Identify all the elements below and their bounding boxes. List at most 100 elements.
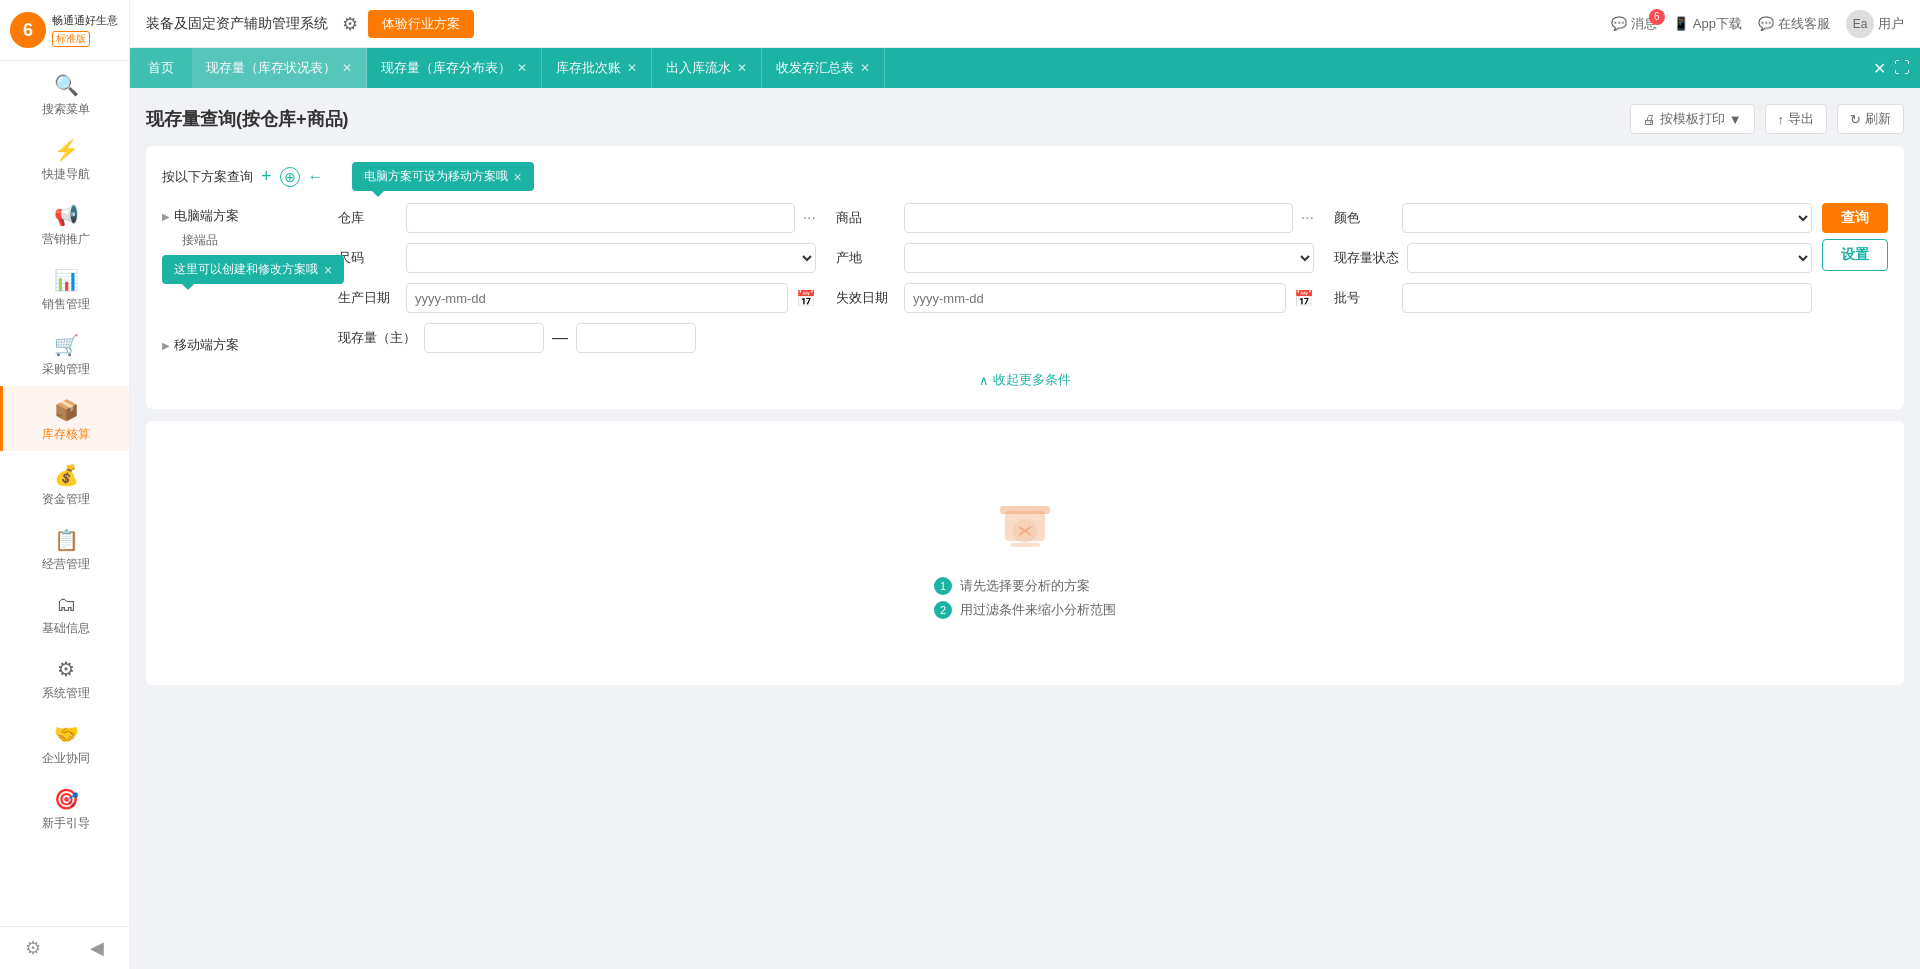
stock-range-dash: — [552, 329, 568, 347]
color-label: 颜色 [1334, 209, 1394, 227]
sidebar-item-marketing[interactable]: 📢 营销推广 [0, 191, 129, 256]
goods-dots[interactable]: ··· [1301, 209, 1314, 227]
tab-home[interactable]: 首页 [130, 48, 192, 88]
refresh-icon: ↻ [1850, 112, 1861, 127]
basic-icon: 🗂 [56, 593, 76, 616]
tab-inventory-dist[interactable]: 现存量（库存分布表） ✕ [367, 48, 542, 88]
purchase-icon: 🛒 [54, 333, 79, 357]
sidebar-item-basic[interactable]: 🗂 基础信息 [0, 581, 129, 645]
collapse-sidebar-btn[interactable]: ◀ [90, 937, 104, 959]
filter-fields-area: 仓库 ··· 商品 ··· 颜色 [322, 203, 1812, 363]
expire-date-calendar-icon[interactable]: 📅 [1294, 289, 1314, 308]
sidebar-item-guide[interactable]: 🎯 新手引导 [0, 775, 129, 840]
size-select[interactable] [406, 243, 816, 273]
origin-select[interactable] [904, 243, 1314, 273]
system-name: 装备及固定资产辅助管理系统 [146, 15, 328, 33]
reset-btn[interactable]: 设置 [1822, 239, 1888, 271]
filter-row-1: 仓库 ··· 商品 ··· 颜色 [338, 203, 1812, 233]
desktop-scheme-sub: 接端品 [162, 229, 322, 252]
empty-step-2: 2 用过滤条件来缩小分析范围 [934, 601, 1116, 619]
close-all-tabs-btn[interactable]: ✕ [1873, 59, 1886, 78]
scheme-edit-tooltip-close[interactable]: × [324, 262, 332, 278]
fullscreen-btn[interactable]: ⛶ [1894, 59, 1910, 77]
goods-input-container[interactable] [904, 203, 1293, 233]
main-area: 装备及固定资产辅助管理系统 ⚙ 体验行业方案 💬 消息 6 📱 App下载 💬 … [130, 0, 1920, 969]
tab-close-inventory-status[interactable]: ✕ [342, 61, 352, 75]
sidebar-item-enterprise[interactable]: 🤝 企业协同 [0, 710, 129, 775]
scheme-convert-tooltip: 电脑方案可设为移动方案哦 × [352, 162, 534, 191]
step-num-2: 2 [934, 601, 952, 619]
sidebar-nav: 🔍 搜索菜单 ⚡ 快捷导航 📢 营销推广 📊 销售管理 🛒 采购管理 📦 库存核… [0, 61, 129, 926]
quick-icon: ⚡ [54, 138, 79, 162]
system-icon: ⚙ [57, 657, 75, 681]
marketing-icon: 📢 [54, 203, 79, 227]
sidebar-item-quick[interactable]: ⚡ 快捷导航 [0, 126, 129, 191]
sidebar-item-search[interactable]: 🔍 搜索菜单 [0, 61, 129, 126]
tab-right-btns: ✕ ⛶ [1873, 59, 1920, 78]
top-header: 装备及固定资产辅助管理系统 ⚙ 体验行业方案 💬 消息 6 📱 App下载 💬 … [130, 0, 1920, 48]
stock-status-select[interactable] [1407, 243, 1812, 273]
tab-close-inventory-dist[interactable]: ✕ [517, 61, 527, 75]
sidebar-item-operations[interactable]: 📋 经营管理 [0, 516, 129, 581]
field-warehouse: 仓库 ··· [338, 203, 816, 233]
mobile-scheme-item[interactable]: ▶ 移动端方案 [162, 332, 322, 358]
collapse-filter-btn[interactable]: ∧ 收起更多条件 [162, 363, 1888, 393]
user-item[interactable]: Ea 用户 [1846, 10, 1904, 38]
app-download-item[interactable]: 📱 App下载 [1673, 15, 1742, 33]
guide-icon: 🎯 [54, 787, 79, 811]
finance-icon: 💰 [54, 463, 79, 487]
scheme-edit-tooltip: 这里可以创建和修改方案哦 × [162, 255, 344, 284]
tab-inventory-batch[interactable]: 库存批次账 ✕ [542, 48, 652, 88]
prod-date-calendar-icon[interactable]: 📅 [796, 289, 816, 308]
app-logo: 6 畅通通好生意 标准版 [0, 0, 129, 61]
export-btn[interactable]: ↑ 导出 [1765, 104, 1828, 134]
warehouse-dots[interactable]: ··· [803, 209, 816, 227]
batch-input[interactable] [1402, 283, 1812, 313]
search-btn[interactable]: 查询 [1822, 203, 1888, 233]
color-select[interactable] [1402, 203, 1812, 233]
add-scheme-btn[interactable]: + [261, 166, 272, 187]
support-item[interactable]: 💬 在线客服 [1758, 15, 1830, 33]
batch-label: 批号 [1334, 289, 1394, 307]
tab-recv-summary[interactable]: 收发存汇总表 ✕ [762, 48, 885, 88]
copy-scheme-btn[interactable]: ⊕ [280, 167, 300, 187]
tab-close-recv-summary[interactable]: ✕ [860, 61, 870, 75]
logo-icon: 6 [10, 12, 46, 48]
field-size: 尺码 [338, 243, 816, 273]
system-gear-btn[interactable]: ⚙ [342, 13, 358, 35]
tab-in-out-flow[interactable]: 出入库流水 ✕ [652, 48, 762, 88]
svg-rect-1 [1000, 506, 1050, 514]
settings-bottom-btn[interactable]: ⚙ [25, 937, 41, 959]
tab-close-inventory-batch[interactable]: ✕ [627, 61, 637, 75]
sidebar-item-system[interactable]: ⚙ 系统管理 [0, 645, 129, 710]
scheme-edit-tooltip-container: 这里可以创建和修改方案哦 × [162, 255, 344, 284]
stock-main-to[interactable] [576, 323, 696, 353]
desktop-scheme-item[interactable]: ▶ 电脑端方案 [162, 203, 322, 229]
filter-panel: 按以下方案查询 + ⊕ ← 电脑方案可设为移动方案哦 × ▶ 电脑端 [146, 146, 1904, 409]
desktop-scheme-sub-item-0[interactable]: 接端品 [182, 229, 322, 252]
sidebar-item-inventory[interactable]: 📦 库存核算 [0, 386, 129, 451]
sidebar-item-purchase[interactable]: 🛒 采购管理 [0, 321, 129, 386]
prod-date-input[interactable] [406, 283, 788, 313]
tab-close-in-out-flow[interactable]: ✕ [737, 61, 747, 75]
origin-label: 产地 [836, 249, 896, 267]
field-stock-main: 现存量（主） — [338, 323, 1812, 353]
header-left: 装备及固定资产辅助管理系统 ⚙ 体验行业方案 [146, 10, 474, 38]
field-goods: 商品 ··· [836, 203, 1314, 233]
app-download-icon: 📱 [1673, 16, 1689, 31]
notification-item[interactable]: 💬 消息 6 [1611, 15, 1657, 33]
sidebar-item-sales[interactable]: 📊 销售管理 [0, 256, 129, 321]
sidebar-item-finance[interactable]: 💰 资金管理 [0, 451, 129, 516]
mobile-scheme-arrow: ▶ [162, 340, 170, 351]
print-btn[interactable]: 🖨 按模板打印 ▼ [1630, 104, 1755, 134]
tab-inventory-status[interactable]: 现存量（库存状况表） ✕ [192, 48, 367, 88]
logo-text: 畅通通好生意 标准版 [52, 13, 118, 46]
back-scheme-btn[interactable]: ← [308, 168, 324, 186]
warehouse-input-container[interactable] [406, 203, 795, 233]
scheme-convert-tooltip-close[interactable]: × [514, 169, 522, 185]
refresh-btn[interactable]: ↻ 刷新 [1837, 104, 1904, 134]
stock-main-from[interactable] [424, 323, 544, 353]
industry-btn[interactable]: 体验行业方案 [368, 10, 474, 38]
expire-date-input[interactable] [904, 283, 1286, 313]
step-num-1: 1 [934, 577, 952, 595]
